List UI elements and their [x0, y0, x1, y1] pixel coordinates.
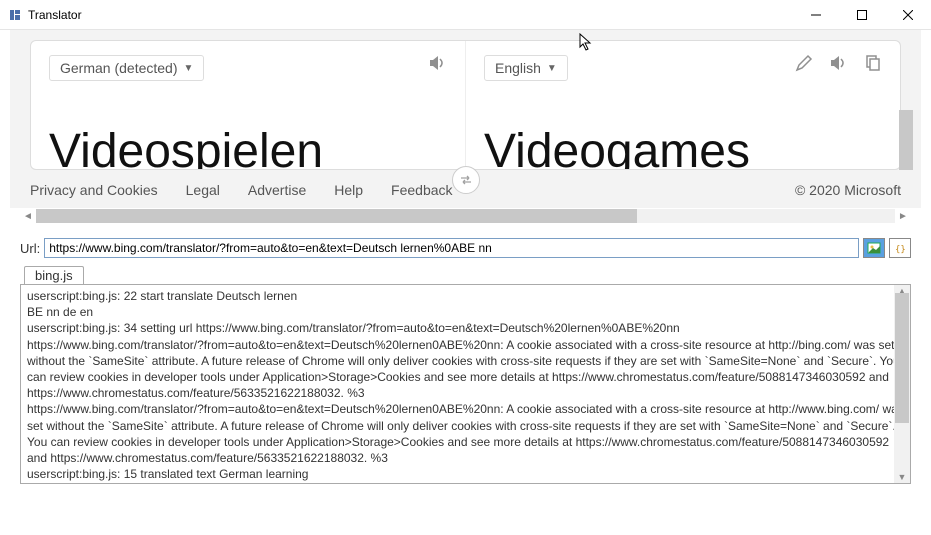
- source-language-label: German (detected): [60, 60, 178, 76]
- footer-link-advertise[interactable]: Advertise: [248, 182, 306, 198]
- tab-bingjs[interactable]: bing.js: [24, 266, 84, 284]
- footer-link-help[interactable]: Help: [334, 182, 363, 198]
- titlebar: Translator: [0, 0, 931, 30]
- chevron-down-icon: ▼: [547, 63, 557, 74]
- minimize-button[interactable]: [793, 0, 839, 29]
- horizontal-scrollbar[interactable]: ◄ ►: [20, 208, 911, 224]
- tab-row: bing.js: [24, 266, 911, 284]
- console-line: https://www.bing.com/translator/?from=au…: [27, 337, 904, 402]
- devtools-icon[interactable]: {}: [889, 238, 911, 258]
- scroll-thumb[interactable]: [36, 209, 637, 223]
- source-text[interactable]: Videospielen: [49, 124, 323, 170]
- footer-copyright: © 2020 Microsoft: [795, 182, 901, 198]
- translator-panel: German (detected) ▼ Videospielen English…: [10, 30, 921, 208]
- url-label: Url:: [20, 241, 40, 256]
- target-text: Videogames: [484, 124, 750, 170]
- close-button[interactable]: [885, 0, 931, 29]
- url-row: Url: {}: [20, 238, 911, 258]
- chevron-down-icon: ▼: [184, 63, 194, 74]
- target-language-select[interactable]: English ▼: [484, 55, 568, 81]
- console-line: userscript:bing.js: 15 translated text G…: [27, 466, 904, 482]
- scroll-track[interactable]: [36, 209, 895, 223]
- footer-link-legal[interactable]: Legal: [186, 182, 220, 198]
- screenshot-icon[interactable]: [863, 238, 885, 258]
- console-line: userscript:bing.js: 34 setting url https…: [27, 320, 904, 336]
- url-input[interactable]: [44, 238, 859, 258]
- footer-link-feedback[interactable]: Feedback: [391, 182, 452, 198]
- console-line: https://www.bing.com/translator/?from=au…: [27, 401, 904, 466]
- source-language-select[interactable]: German (detected) ▼: [49, 55, 204, 81]
- console-output[interactable]: userscript:bing.js: 22 start translate D…: [20, 284, 911, 484]
- pencil-icon[interactable]: [794, 53, 814, 73]
- console-line: BE nn de en: [27, 304, 904, 320]
- target-pane: English ▼ Videogames: [465, 41, 900, 169]
- console-line: BE nn old size 21 0: [27, 482, 904, 484]
- scroll-down-arrow[interactable]: ▼: [894, 471, 910, 483]
- vertical-scrollbar-thumb[interactable]: [899, 110, 913, 170]
- speaker-icon[interactable]: [427, 53, 447, 73]
- app-icon: [8, 8, 22, 22]
- scroll-left-arrow[interactable]: ◄: [20, 211, 36, 222]
- source-pane: German (detected) ▼ Videospielen: [31, 41, 465, 169]
- target-language-label: English: [495, 60, 541, 76]
- console-line: userscript:bing.js: 22 start translate D…: [27, 288, 904, 304]
- copy-icon[interactable]: [862, 53, 882, 73]
- scroll-right-arrow[interactable]: ►: [895, 211, 911, 222]
- speaker-icon[interactable]: [828, 53, 848, 73]
- window-title: Translator: [28, 8, 793, 22]
- svg-text:{}: {}: [895, 245, 906, 254]
- translator-card: German (detected) ▼ Videospielen English…: [30, 40, 901, 170]
- footer-link-privacy[interactable]: Privacy and Cookies: [30, 182, 158, 198]
- console-scrollbar[interactable]: ▲ ▼: [894, 285, 910, 483]
- console-scroll-thumb[interactable]: [895, 293, 909, 423]
- maximize-button[interactable]: [839, 0, 885, 29]
